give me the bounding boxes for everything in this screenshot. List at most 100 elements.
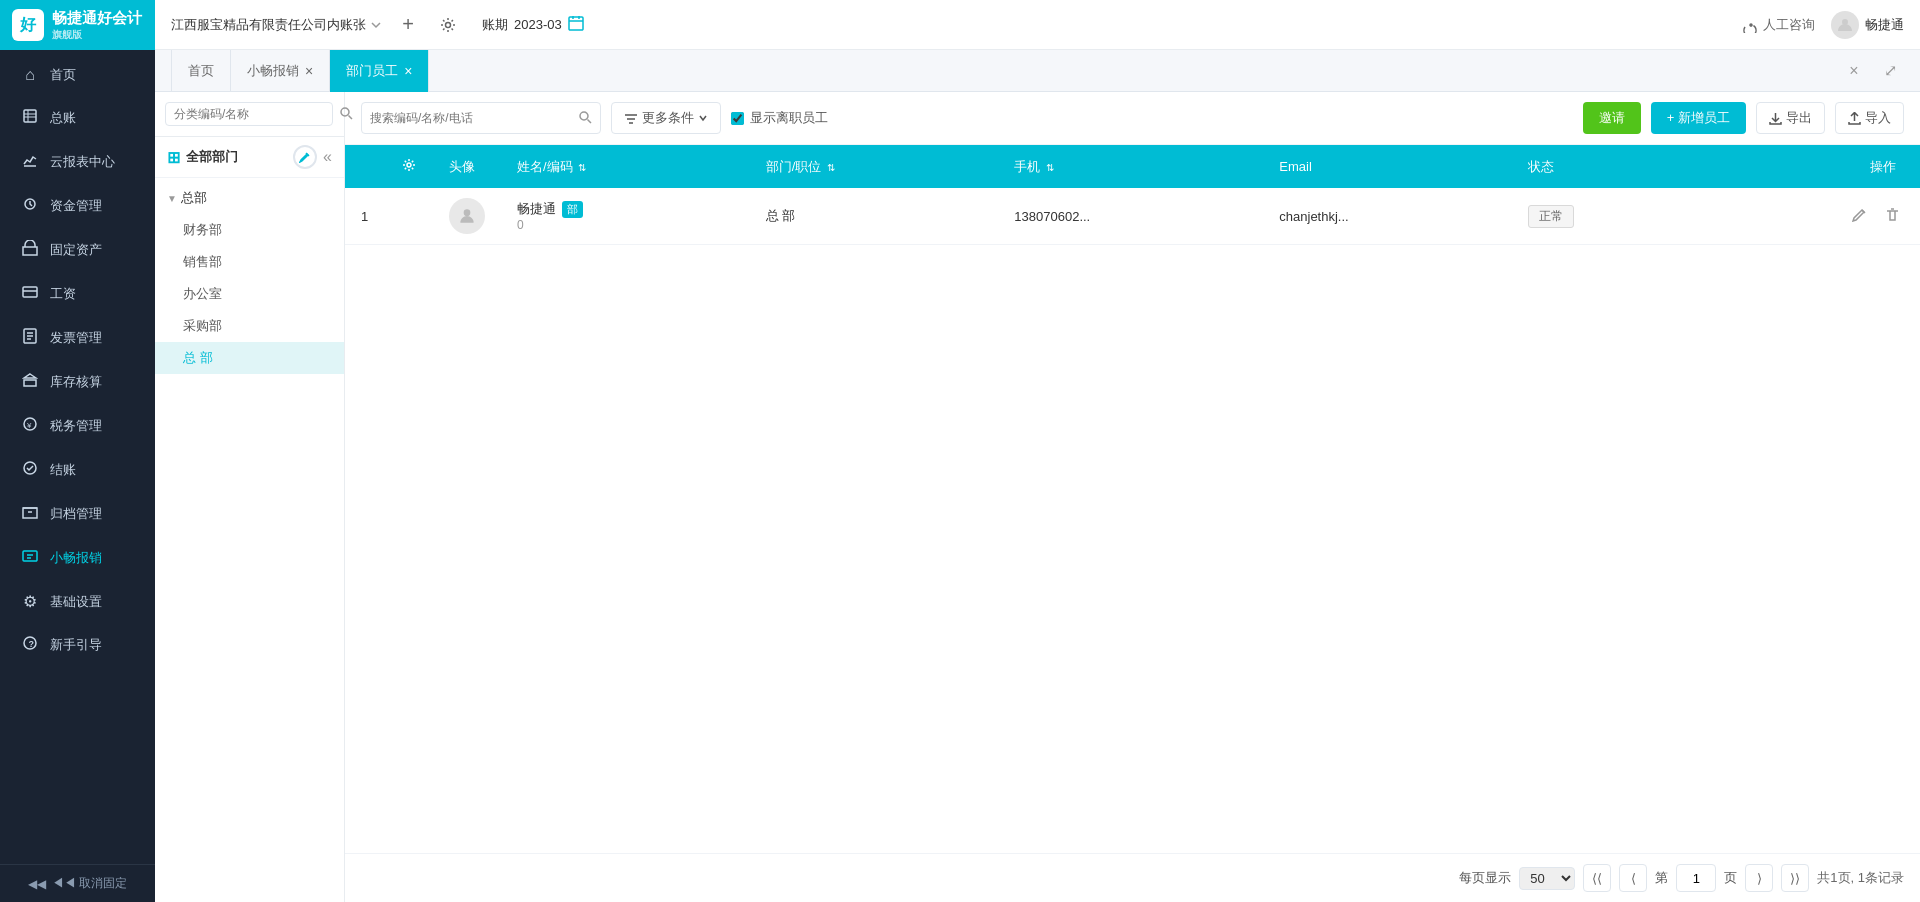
add-tab-button[interactable]: + xyxy=(394,11,422,39)
sidebar-item-salary[interactable]: 工资 xyxy=(0,272,155,316)
reports-icon xyxy=(20,152,40,172)
dept-item-sales[interactable]: 销售部 xyxy=(155,246,344,278)
dept-group-name: 总部 xyxy=(181,189,207,207)
archive-icon xyxy=(20,504,40,524)
svg-text:¥: ¥ xyxy=(26,421,32,430)
help-label: 人工咨询 xyxy=(1763,16,1815,34)
edit-employee-button[interactable] xyxy=(1848,205,1871,227)
sidebar-item-fixed-assets-label: 固定资产 xyxy=(50,241,102,259)
tax-icon: ¥ xyxy=(20,416,40,436)
logo-icon: 好 xyxy=(12,9,44,41)
sidebar-item-invoice[interactable]: 发票管理 xyxy=(0,316,155,360)
next-page-button[interactable]: ⟩ xyxy=(1745,864,1773,892)
last-page-button[interactable]: ⟩⟩ xyxy=(1781,864,1809,892)
employee-dept-badge: 部 xyxy=(562,201,583,218)
tab-home[interactable]: 首页 xyxy=(171,50,231,92)
emp-search-icon[interactable] xyxy=(578,110,592,127)
sidebar-nav: ⌂ 首页 总账 云报表中心 资金管理 xyxy=(0,50,155,864)
emp-search-input[interactable] xyxy=(370,111,578,125)
sidebar-item-checkout[interactable]: 结账 xyxy=(0,448,155,492)
user-avatar xyxy=(1831,11,1859,39)
sidebar-item-ledger-label: 总账 xyxy=(50,109,76,127)
sidebar-item-tax[interactable]: ¥ 税务管理 xyxy=(0,404,155,448)
topbar-settings-button[interactable] xyxy=(434,11,462,39)
user-name: 畅捷通 xyxy=(1865,16,1904,34)
col-phone[interactable]: 手机 ⇅ xyxy=(998,145,1263,188)
per-page-label: 每页显示 xyxy=(1459,869,1511,887)
import-label: 导入 xyxy=(1865,109,1891,127)
dept-grid-icon: ⊞ xyxy=(167,148,180,167)
col-settings[interactable] xyxy=(385,145,433,188)
delete-employee-button[interactable] xyxy=(1881,205,1904,227)
dept-item-headquarters[interactable]: 总 部 xyxy=(155,342,344,374)
sidebar-item-settings[interactable]: ⚙ 基础设置 xyxy=(0,580,155,623)
svg-line-37 xyxy=(588,119,592,123)
calendar-icon[interactable] xyxy=(568,15,584,34)
tab-xiaochang-expense[interactable]: 小畅报销 × xyxy=(231,50,330,92)
svg-point-41 xyxy=(407,163,411,167)
import-button[interactable]: 导入 xyxy=(1835,102,1904,134)
guide-icon: ? xyxy=(20,635,40,655)
sidebar-item-home-label: 首页 xyxy=(50,66,76,84)
col-dept[interactable]: 部门/职位 ⇅ xyxy=(750,145,999,188)
cancel-fixed-label: ◀◀ 取消固定 xyxy=(52,875,127,892)
sidebar-item-archive[interactable]: 归档管理 xyxy=(0,492,155,536)
xiaochang-icon xyxy=(20,548,40,568)
sidebar-item-assets-mgmt[interactable]: 资金管理 xyxy=(0,184,155,228)
dept-all-header: ⊞ 全部部门 « xyxy=(155,137,344,178)
dept-item-purchase[interactable]: 采购部 xyxy=(155,310,344,342)
col-name[interactable]: 姓名/编码 ⇅ xyxy=(501,145,750,188)
tab-dept-employee-close[interactable]: × xyxy=(404,64,412,78)
show-resigned-checkbox[interactable] xyxy=(731,112,744,125)
sidebar-item-fixed-assets[interactable]: 固定资产 xyxy=(0,228,155,272)
help-button[interactable]: 人工咨询 xyxy=(1743,16,1815,34)
sidebar-item-ledger[interactable]: 总账 xyxy=(0,96,155,140)
main-content: ⊞ 全部部门 « ▼ 总部 xyxy=(155,92,1920,902)
inventory-icon xyxy=(20,372,40,392)
sidebar-item-invoice-label: 发票管理 xyxy=(50,329,102,347)
prev-page-button[interactable]: ⟨ xyxy=(1619,864,1647,892)
cancel-fixed-button[interactable]: ◀◀ ◀◀ 取消固定 xyxy=(0,864,155,902)
employee-avatar xyxy=(449,198,485,234)
dept-edit-button[interactable] xyxy=(293,145,317,169)
app-version: 旗舰版 xyxy=(52,28,142,42)
row-action-buttons xyxy=(1720,205,1904,227)
show-resigned-label: 显示离职员工 xyxy=(750,109,828,127)
show-resigned-toggle[interactable]: 显示离职员工 xyxy=(731,109,828,127)
tab-dept-employee[interactable]: 部门员工 × xyxy=(330,50,429,92)
sidebar-item-assets-mgmt-label: 资金管理 xyxy=(50,197,102,215)
first-page-button[interactable]: ⟨⟨ xyxy=(1583,864,1611,892)
sidebar-item-reports[interactable]: 云报表中心 xyxy=(0,140,155,184)
per-page-select[interactable]: 50 10 20 100 xyxy=(1519,867,1575,890)
sidebar-item-inventory-label: 库存核算 xyxy=(50,373,102,391)
fixed-assets-icon xyxy=(20,240,40,260)
page-input[interactable] xyxy=(1676,864,1716,892)
pagination: 每页显示 50 10 20 100 ⟨⟨ ⟨ 第 页 ⟩ ⟩⟩ 共1页, 1条记… xyxy=(345,853,1920,902)
dept-search-input[interactable] xyxy=(165,102,333,126)
dept-group-arrow: ▼ xyxy=(167,193,177,204)
svg-point-31 xyxy=(1750,24,1752,26)
svg-rect-0 xyxy=(24,110,36,122)
tab-xiaochang-expense-close[interactable]: × xyxy=(305,64,313,78)
more-filter-button[interactable]: 更多条件 xyxy=(611,102,721,134)
export-button[interactable]: 导出 xyxy=(1756,102,1825,134)
sidebar-item-inventory[interactable]: 库存核算 xyxy=(0,360,155,404)
user-menu[interactable]: 畅捷通 xyxy=(1831,11,1904,39)
add-employee-button[interactable]: + 新增员工 xyxy=(1651,102,1746,134)
invite-button[interactable]: 邀请 xyxy=(1583,102,1641,134)
dept-item-office[interactable]: 办公室 xyxy=(155,278,344,310)
tab-close-button[interactable]: × xyxy=(1840,57,1868,85)
sidebar-item-home[interactable]: ⌂ 首页 xyxy=(0,54,155,96)
sidebar-item-guide[interactable]: ? 新手引导 xyxy=(0,623,155,667)
company-name: 江西服宝精品有限责任公司内账张 xyxy=(171,16,366,34)
topbar-right: 人工咨询 畅捷通 xyxy=(1743,11,1904,39)
dept-item-finance[interactable]: 财务部 xyxy=(155,214,344,246)
sidebar-item-xiaochang[interactable]: 小畅报销 xyxy=(0,536,155,580)
dept-group-header[interactable]: ▼ 总部 xyxy=(155,182,344,214)
assets-mgmt-icon xyxy=(20,196,40,216)
svg-point-26 xyxy=(446,22,451,27)
dept-all-label[interactable]: ⊞ 全部部门 xyxy=(167,148,238,167)
company-selector[interactable]: 江西服宝精品有限责任公司内账张 xyxy=(171,16,382,34)
dept-collapse-button[interactable]: « xyxy=(323,148,332,166)
tab-expand-button[interactable]: ⤢ xyxy=(1876,57,1904,85)
